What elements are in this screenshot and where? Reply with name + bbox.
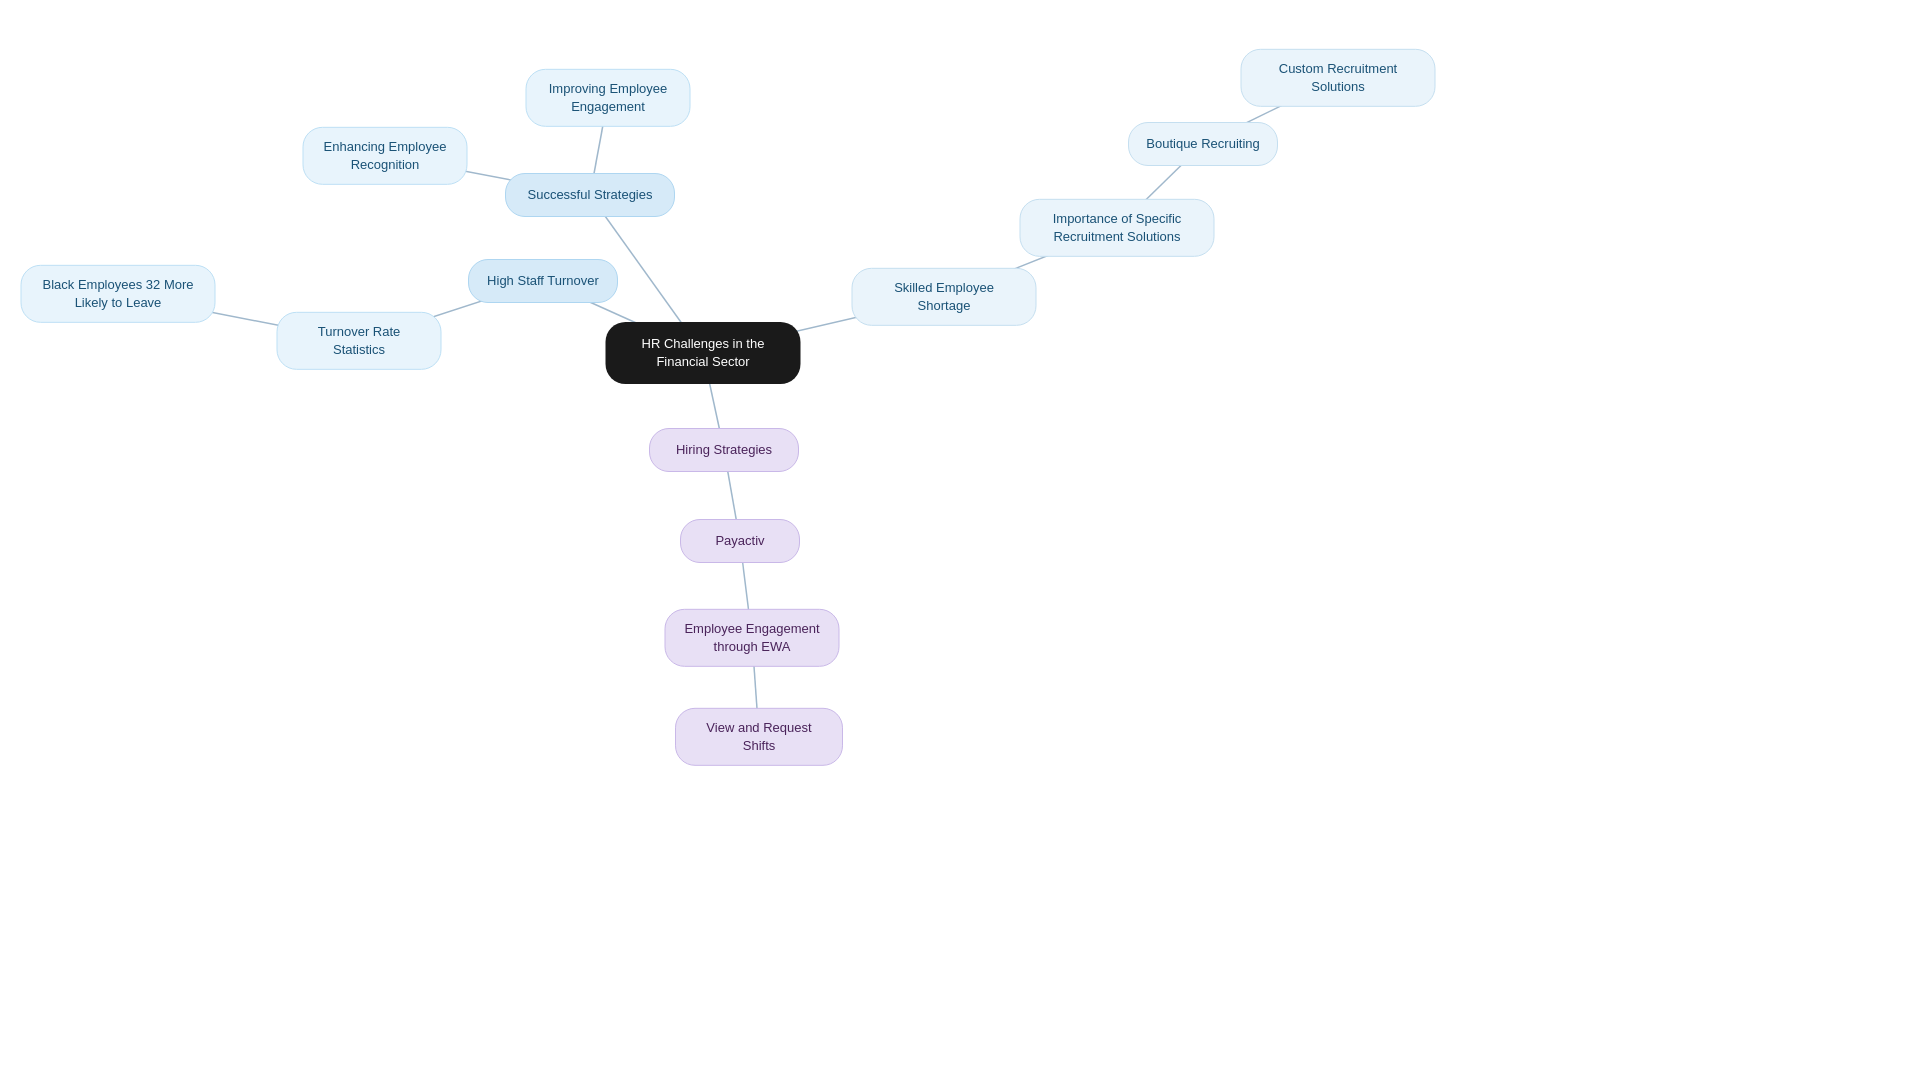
node-employee-engagement-ewa[interactable]: Employee Engagement through EWA <box>665 609 840 667</box>
node-successful-strategies[interactable]: Successful Strategies <box>505 173 675 217</box>
node-importance-recruitment[interactable]: Importance of Specific Recruitment Solut… <box>1020 199 1215 257</box>
node-label-payactiv: Payactiv <box>699 522 780 560</box>
node-enhancing-recognition[interactable]: Enhancing Employee Recognition <box>303 127 468 185</box>
node-label-enhancing-recognition: Enhancing Employee Recognition <box>304 128 467 184</box>
node-view-request-shifts[interactable]: View and Request Shifts <box>675 708 843 766</box>
node-label-black-employees: Black Employees 32 More Likely to Leave <box>22 266 215 322</box>
node-improving-engagement[interactable]: Improving Employee Engagement <box>526 69 691 127</box>
node-boutique-recruiting[interactable]: Boutique Recruiting <box>1128 122 1278 166</box>
node-label-hiring-strategies: Hiring Strategies <box>660 431 788 469</box>
node-label-skilled-shortage: Skilled Employee Shortage <box>853 269 1036 325</box>
node-label-successful-strategies: Successful Strategies <box>511 176 668 214</box>
node-label-boutique-recruiting: Boutique Recruiting <box>1130 125 1275 163</box>
node-center[interactable]: HR Challenges in the Financial Sector <box>606 322 801 384</box>
node-label-high-staff-turnover: High Staff Turnover <box>471 262 615 300</box>
node-skilled-shortage[interactable]: Skilled Employee Shortage <box>852 268 1037 326</box>
node-label-view-request-shifts: View and Request Shifts <box>676 709 842 765</box>
node-custom-recruitment[interactable]: Custom Recruitment Solutions <box>1241 49 1436 107</box>
mindmap-container: HR Challenges in the Financial Sector Suc… <box>0 0 1920 1083</box>
connections-svg <box>0 0 1920 1083</box>
node-payactiv[interactable]: Payactiv <box>680 519 800 563</box>
node-label-custom-recruitment: Custom Recruitment Solutions <box>1242 50 1435 106</box>
node-label-importance-recruitment: Importance of Specific Recruitment Solut… <box>1021 200 1214 256</box>
node-high-staff-turnover[interactable]: High Staff Turnover <box>468 259 618 303</box>
node-label-turnover-statistics: Turnover Rate Statistics <box>278 313 441 369</box>
node-turnover-statistics[interactable]: Turnover Rate Statistics <box>277 312 442 370</box>
node-label-center: HR Challenges in the Financial Sector <box>606 325 801 381</box>
node-black-employees[interactable]: Black Employees 32 More Likely to Leave <box>21 265 216 323</box>
node-label-employee-engagement-ewa: Employee Engagement through EWA <box>666 610 839 666</box>
node-hiring-strategies[interactable]: Hiring Strategies <box>649 428 799 472</box>
node-label-improving-engagement: Improving Employee Engagement <box>527 70 690 126</box>
